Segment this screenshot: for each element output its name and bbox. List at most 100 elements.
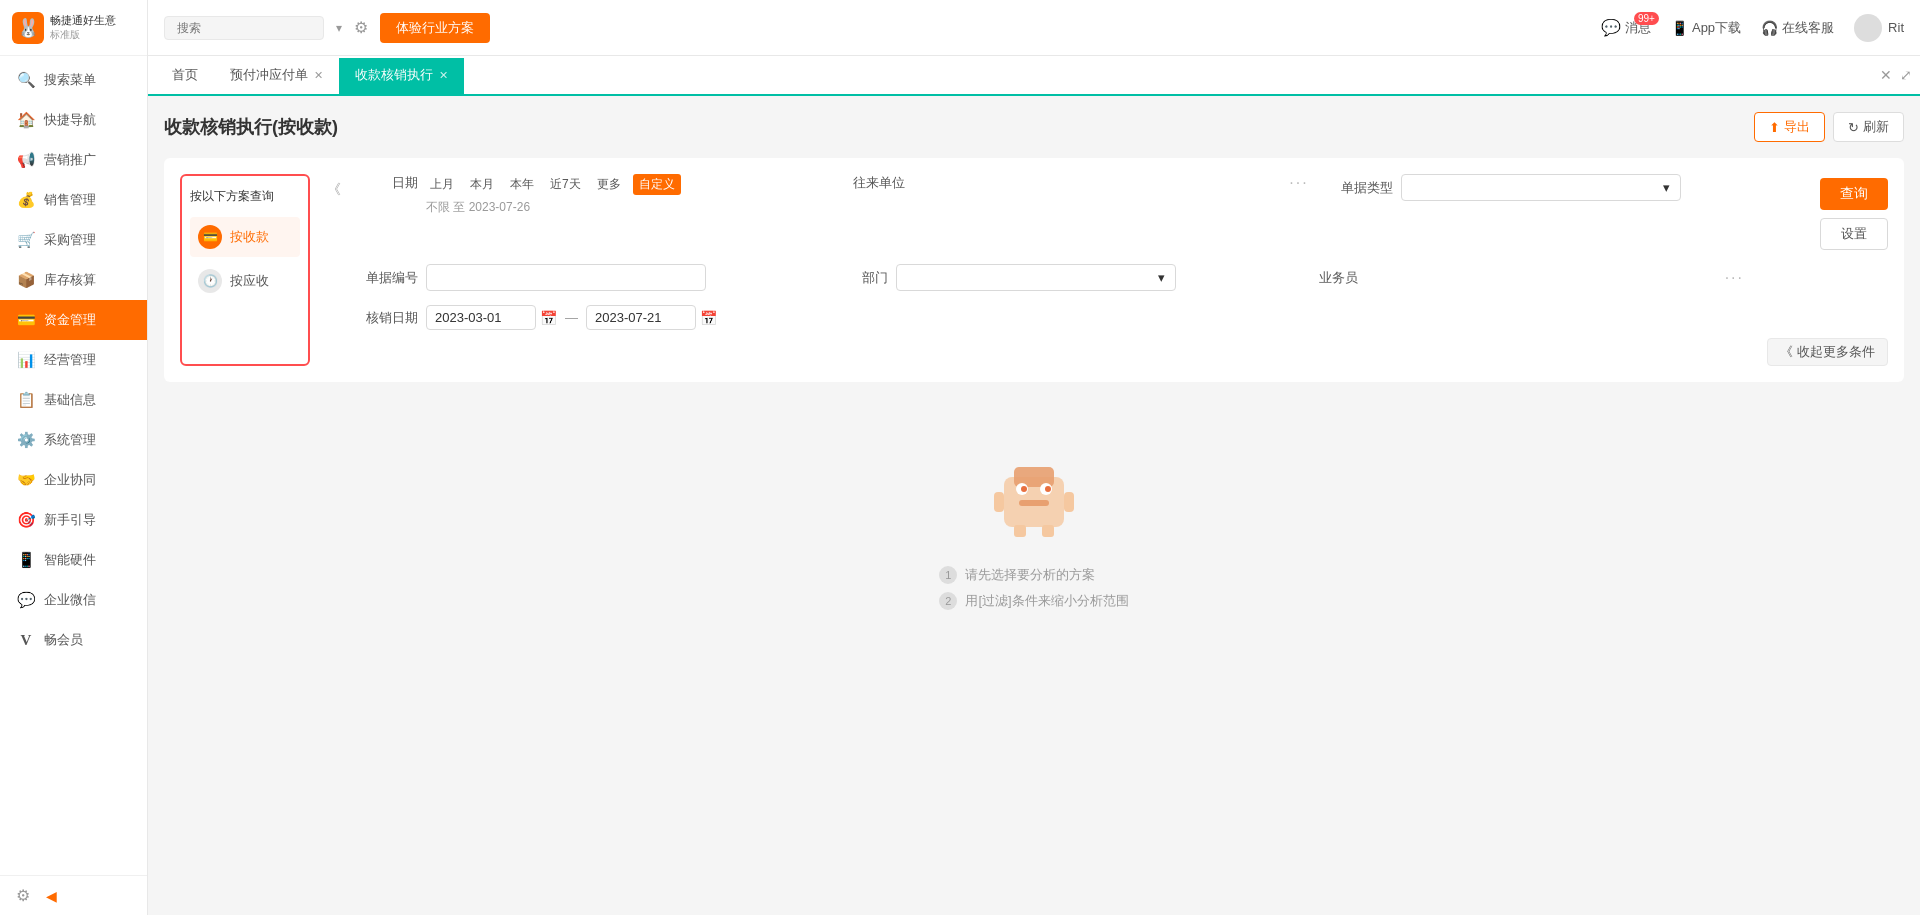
sidebar-item-label: 搜索菜单 <box>44 71 96 89</box>
verify-date-end-wrap: 📅 <box>586 305 717 330</box>
shortcut-this-year[interactable]: 本年 <box>506 174 538 195</box>
sidebar-item-quick-nav[interactable]: 🏠 快捷导航 <box>0 100 147 140</box>
shortcut-more[interactable]: 更多 <box>593 174 625 195</box>
tip-num-2: 2 <box>939 592 957 610</box>
settings-icon[interactable]: ⚙ <box>16 886 30 905</box>
svg-rect-10 <box>1042 525 1054 537</box>
empty-tips: 1 请先选择要分析的方案 2 用[过滤]条件来缩小分析范围 <box>939 562 1128 614</box>
page-actions: ⬆ 导出 ↻ 刷新 <box>1754 112 1904 142</box>
filter-option-by-receivable[interactable]: 🕐 按应收 <box>190 261 300 301</box>
member-icon: V <box>16 630 36 650</box>
message-icon[interactable]: 💬 消息 99+ <box>1601 18 1651 37</box>
gear-icon[interactable]: ⚙ <box>354 18 368 37</box>
sidebar-item-member[interactable]: V 畅会员 <box>0 620 147 660</box>
partner-more-btn[interactable]: ··· <box>1289 174 1308 192</box>
shortcut-this-month[interactable]: 本月 <box>466 174 498 195</box>
sidebar-footer: ⚙ ◀ <box>0 875 147 915</box>
tab-prepay[interactable]: 预付冲应付单 ✕ <box>214 58 339 94</box>
filter-option-by-collection[interactable]: 💳 按收款 <box>190 217 300 257</box>
sidebar-item-purchase[interactable]: 🛒 采购管理 <box>0 220 147 260</box>
app-download-link[interactable]: 📱 App下载 <box>1671 19 1741 37</box>
sidebar-item-sales[interactable]: 💰 销售管理 <box>0 180 147 220</box>
sidebar-item-finance[interactable]: 💳 资金管理 <box>0 300 147 340</box>
refresh-button[interactable]: ↻ 刷新 <box>1833 112 1904 142</box>
sidebar-menu: 🔍 搜索菜单 🏠 快捷导航 📢 营销推广 💰 销售管理 🛒 采购管理 📦 库存核… <box>0 56 147 875</box>
doc-type-select[interactable]: ▾ <box>1401 174 1681 201</box>
date-range-label: 不限 至 2023-07-26 <box>426 199 681 216</box>
sidebar-item-operation[interactable]: 📊 经营管理 <box>0 340 147 380</box>
calendar-end-icon[interactable]: 📅 <box>700 310 717 326</box>
collapse-more-button[interactable]: 《 收起更多条件 <box>1767 338 1888 366</box>
tab-close-prepay[interactable]: ✕ <box>314 69 323 82</box>
collapse-filter-button[interactable]: 《 <box>322 178 346 202</box>
svg-point-5 <box>1045 486 1051 492</box>
verify-date-end-input[interactable] <box>586 305 696 330</box>
doc-no-input[interactable] <box>426 264 706 291</box>
logo-tag: 标准版 <box>50 28 116 42</box>
date-label: 日期 <box>358 174 418 192</box>
online-service-link[interactable]: 🎧 在线客服 <box>1761 19 1834 37</box>
sidebar-item-marketing[interactable]: 📢 营销推广 <box>0 140 147 180</box>
collapse-more-section: 《 收起更多条件 <box>358 338 1888 366</box>
sidebar-item-basic[interactable]: 📋 基础信息 <box>0 380 147 420</box>
sidebar-item-enterprise[interactable]: 🤝 企业协同 <box>0 460 147 500</box>
export-button[interactable]: ⬆ 导出 <box>1754 112 1825 142</box>
sidebar: 🐰 畅捷通好生意 标准版 🔍 搜索菜单 🏠 快捷导航 📢 营销推广 💰 销售管理… <box>0 0 148 915</box>
sidebar-item-wechat[interactable]: 💬 企业微信 <box>0 580 147 620</box>
marketing-icon: 📢 <box>16 150 36 170</box>
collapse-icon[interactable]: ◀ <box>46 888 57 904</box>
sidebar-item-label: 畅会员 <box>44 631 83 649</box>
setting-button[interactable]: 设置 <box>1820 218 1888 250</box>
staff-more-btn[interactable]: ··· <box>1725 269 1744 287</box>
query-button[interactable]: 查询 <box>1820 178 1888 210</box>
collection-icon: 💳 <box>198 225 222 249</box>
chevron-down-icon: ▾ <box>1158 270 1165 285</box>
tab-collection[interactable]: 收款核销执行 ✕ <box>339 58 464 94</box>
msg-badge: 99+ <box>1634 12 1659 25</box>
basic-icon: 📋 <box>16 390 36 410</box>
sidebar-item-search[interactable]: 🔍 搜索菜单 <box>0 60 147 100</box>
sidebar-item-label: 新手引导 <box>44 511 96 529</box>
filter-sidebar-title: 按以下方案查询 <box>190 188 300 205</box>
operation-icon: 📊 <box>16 350 36 370</box>
tab-home[interactable]: 首页 <box>156 58 214 94</box>
chevron-down-icon[interactable]: ▾ <box>336 21 342 35</box>
tab-close-all-button[interactable]: ✕ <box>1880 67 1892 83</box>
sidebar-item-label: 销售管理 <box>44 191 96 209</box>
logo-icon: 🐰 <box>12 12 44 44</box>
shortcut-7days[interactable]: 近7天 <box>546 174 585 195</box>
filter-actions: 查询 设置 <box>1820 174 1888 250</box>
topbar: ▾ ⚙ 体验行业方案 💬 消息 99+ 📱 App下载 🎧 在线客服 Rit <box>148 0 1920 56</box>
date-shortcuts: 上月 本月 本年 近7天 更多 自定义 <box>426 174 681 195</box>
sidebar-item-system[interactable]: ⚙️ 系统管理 <box>0 420 147 460</box>
sidebar-item-label: 库存核算 <box>44 271 96 289</box>
tab-close-collection[interactable]: ✕ <box>439 69 448 82</box>
empty-illustration <box>984 442 1084 542</box>
filter-panel: 按以下方案查询 💳 按收款 🕐 按应收 《 日期 <box>164 158 1904 382</box>
svg-point-4 <box>1021 486 1027 492</box>
tab-maximize-button[interactable]: ⤢ <box>1900 67 1912 83</box>
topbar-right: 💬 消息 99+ 📱 App下载 🎧 在线客服 Rit <box>1601 14 1904 42</box>
sidebar-item-guide[interactable]: 🎯 新手引导 <box>0 500 147 540</box>
shortcut-last-month[interactable]: 上月 <box>426 174 458 195</box>
sidebar-item-label: 企业微信 <box>44 591 96 609</box>
refresh-icon: ↻ <box>1848 120 1859 135</box>
finance-icon: 💳 <box>16 310 36 330</box>
sidebar-item-hardware[interactable]: 📱 智能硬件 <box>0 540 147 580</box>
sidebar-item-inventory[interactable]: 📦 库存核算 <box>0 260 147 300</box>
shortcut-custom[interactable]: 自定义 <box>633 174 681 195</box>
user-name: Rit <box>1854 14 1904 42</box>
tabbar-actions: ✕ ⤢ <box>1880 67 1912 83</box>
sales-icon: 💰 <box>16 190 36 210</box>
svg-rect-6 <box>1019 500 1049 506</box>
dept-select[interactable]: ▾ <box>896 264 1176 291</box>
partner-label: 往来单位 <box>845 174 905 192</box>
solution-button[interactable]: 体验行业方案 <box>380 13 490 43</box>
verify-date-start-wrap: 📅 <box>426 305 557 330</box>
svg-rect-9 <box>1014 525 1026 537</box>
calendar-start-icon[interactable]: 📅 <box>540 310 557 326</box>
doc-type-label: 单据类型 <box>1333 179 1393 197</box>
verify-date-start-input[interactable] <box>426 305 536 330</box>
topbar-search-input[interactable] <box>164 16 324 40</box>
sidebar-item-label: 经营管理 <box>44 351 96 369</box>
